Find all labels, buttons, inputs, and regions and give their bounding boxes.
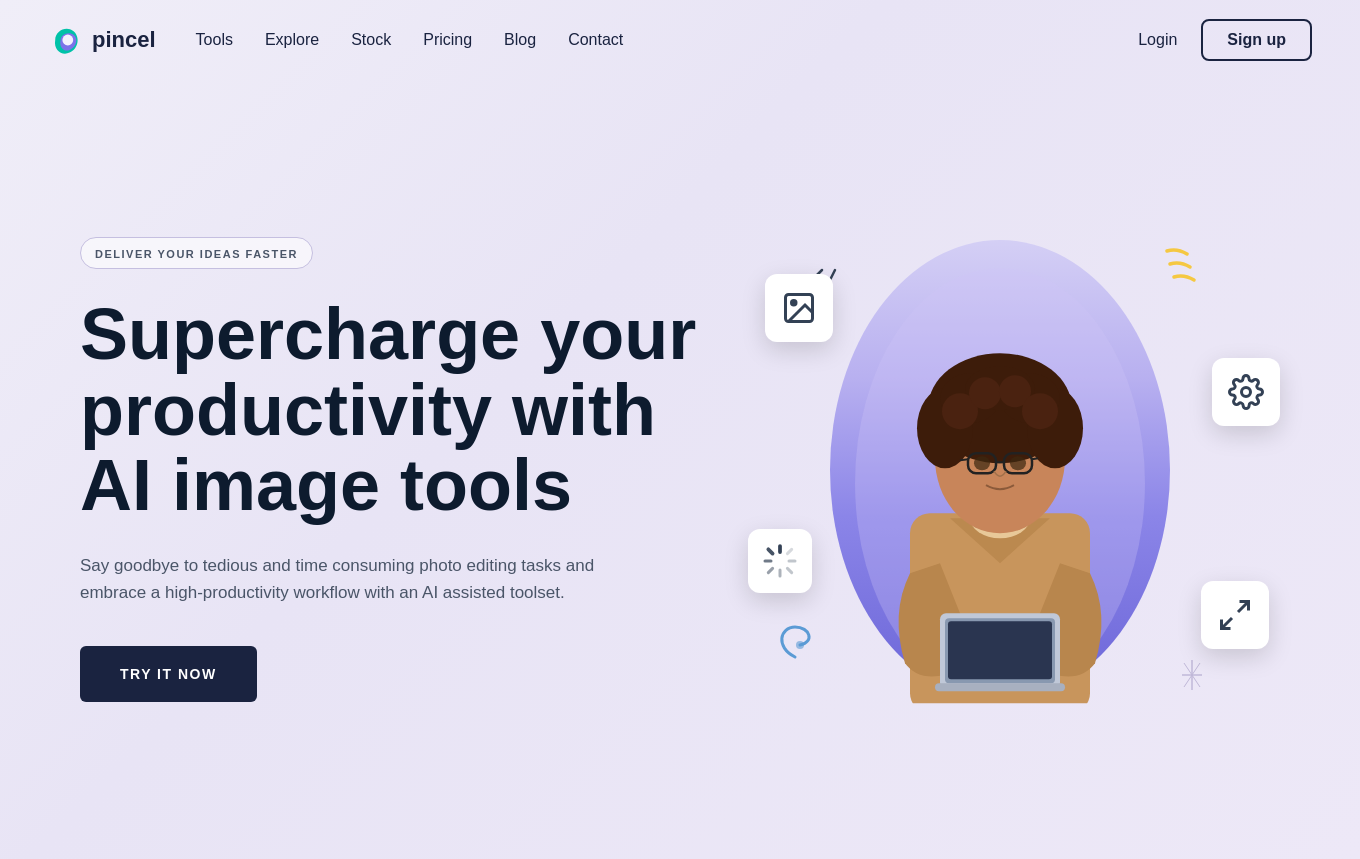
svg-point-40 [796, 641, 804, 649]
navbar: pincel Tools Explore Stock Pricing Blog … [0, 0, 1360, 80]
svg-point-22 [1010, 456, 1026, 470]
svg-point-13 [969, 377, 1001, 409]
hero-illustration [720, 190, 1280, 750]
svg-point-29 [1242, 387, 1251, 396]
svg-point-21 [974, 456, 990, 470]
nav-left: pincel Tools Explore Stock Pricing Blog … [48, 22, 623, 58]
settings-icon [1228, 374, 1264, 410]
signup-button[interactable]: Sign up [1201, 19, 1312, 61]
svg-point-0 [62, 35, 73, 46]
svg-line-33 [787, 568, 791, 572]
hero-content: DELIVER YOUR IDEAS FASTER Supercharge yo… [80, 237, 700, 702]
cta-button[interactable]: TRY IT NOW [80, 646, 257, 702]
login-button[interactable]: Login [1138, 31, 1177, 49]
nav-right: Login Sign up [1138, 19, 1312, 61]
nav-explore[interactable]: Explore [265, 31, 319, 49]
svg-line-32 [768, 549, 772, 553]
nav-pricing[interactable]: Pricing [423, 31, 472, 49]
float-card-settings [1212, 358, 1280, 426]
hero-section: DELIVER YOUR IDEAS FASTER Supercharge yo… [0, 80, 1360, 859]
badge-text: DELIVER YOUR IDEAS FASTER [95, 248, 298, 260]
nav-tools[interactable]: Tools [196, 31, 233, 49]
svg-line-36 [768, 568, 772, 572]
float-card-loader [748, 529, 812, 593]
svg-line-19 [960, 459, 968, 460]
hero-description: Say goodbye to tedious and time consumin… [80, 552, 600, 606]
deco-squiggle [765, 607, 825, 671]
expand-icon [1217, 597, 1253, 633]
nav-links: Tools Explore Stock Pricing Blog Contact [196, 31, 624, 49]
deco-sparkle [1182, 660, 1202, 694]
person-illustration [850, 263, 1150, 703]
svg-line-37 [787, 549, 791, 553]
logo-text: pincel [92, 27, 156, 53]
nav-blog[interactable]: Blog [504, 31, 536, 49]
image-icon [781, 290, 817, 326]
deco-yellow-lines [1162, 246, 1202, 298]
logo-icon [48, 22, 84, 58]
svg-line-20 [1032, 458, 1038, 459]
svg-line-39 [1221, 618, 1232, 629]
svg-line-38 [1238, 601, 1249, 612]
float-card-image [765, 274, 833, 342]
loader-icon [762, 543, 798, 579]
svg-rect-25 [948, 621, 1052, 679]
hero-title: Supercharge your productivity with AI im… [80, 297, 700, 524]
svg-rect-26 [935, 683, 1065, 691]
nav-stock[interactable]: Stock [351, 31, 391, 49]
nav-contact[interactable]: Contact [568, 31, 623, 49]
float-card-expand [1201, 581, 1269, 649]
hero-badge: DELIVER YOUR IDEAS FASTER [80, 237, 313, 269]
svg-point-28 [791, 300, 796, 305]
logo-link[interactable]: pincel [48, 22, 156, 58]
svg-point-15 [1022, 393, 1058, 429]
